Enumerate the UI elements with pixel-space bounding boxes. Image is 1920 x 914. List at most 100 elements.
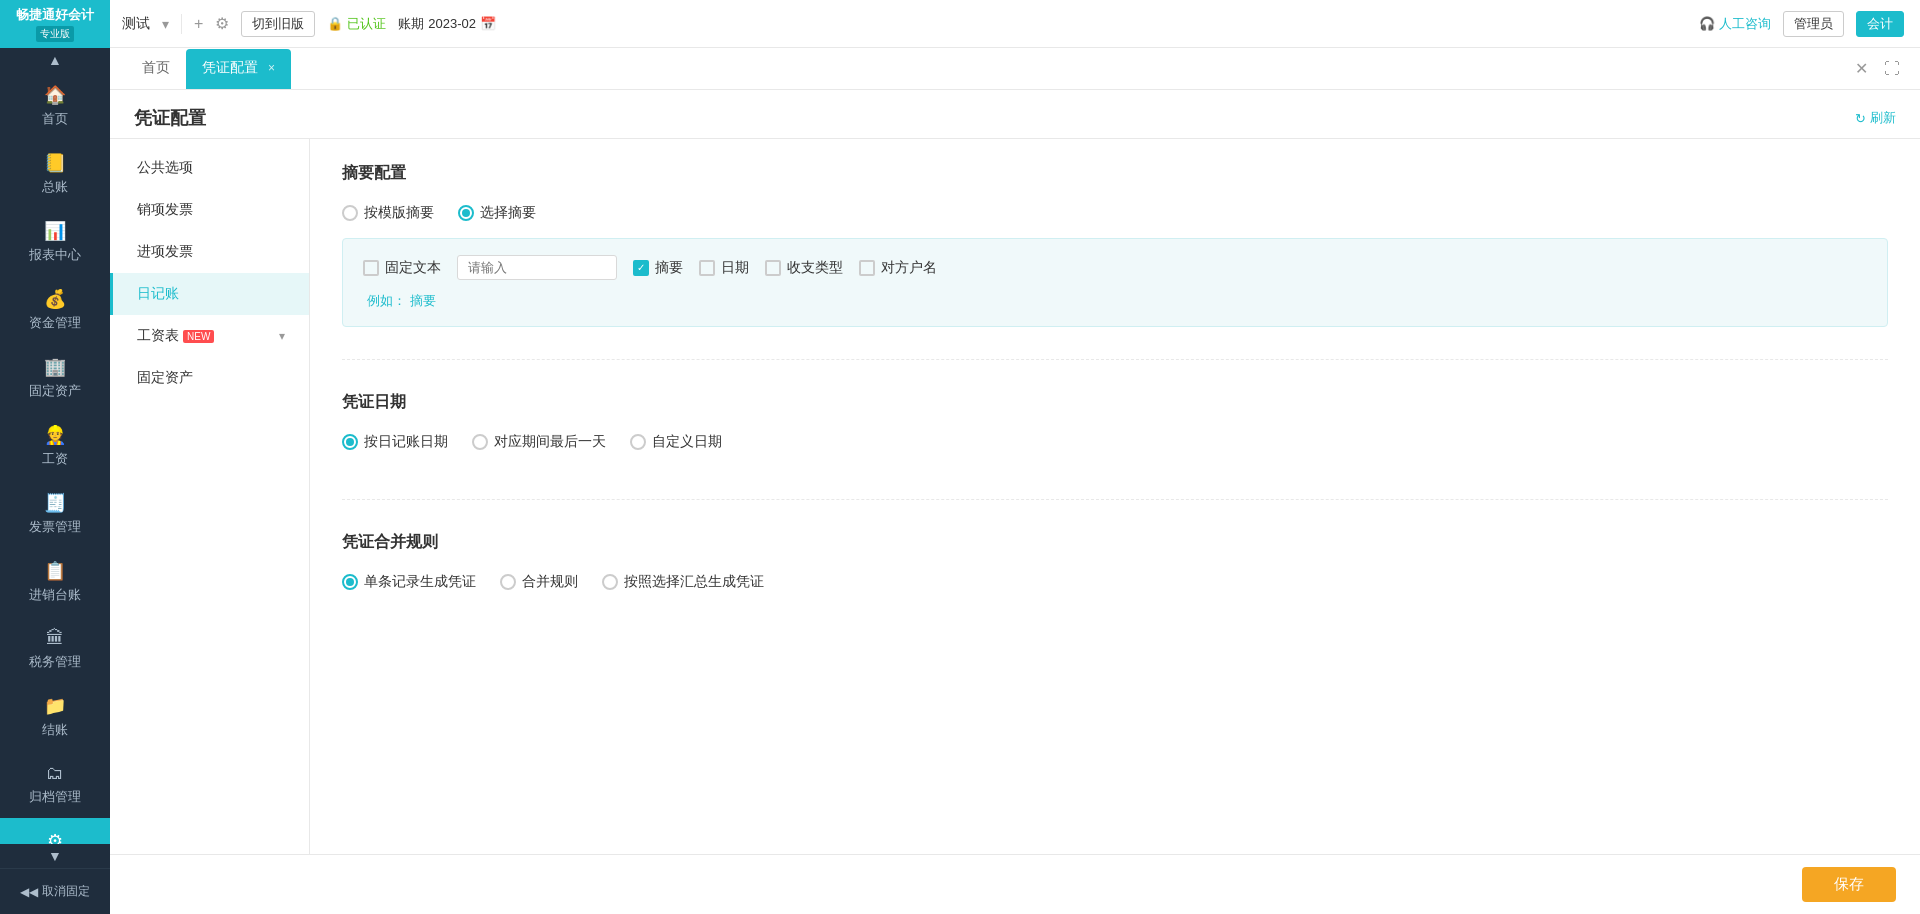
sidebar-item-archive[interactable]: 🗂 归档管理 xyxy=(0,751,110,818)
scroll-up-arrow[interactable]: ▲ xyxy=(0,48,110,72)
example-prefix: 例如： xyxy=(367,293,406,308)
checkbox-date[interactable]: 日期 xyxy=(699,259,749,277)
project-name[interactable]: 测试 xyxy=(122,15,150,33)
sidebar-scroll: 🏠 首页 📒 总账 📊 报表中心 💰 资金管理 🏢 固定资产 👷 工资 xyxy=(0,72,110,844)
accountant-btn[interactable]: 会计 xyxy=(1856,11,1904,37)
merge-radio-rule-label: 合并规则 xyxy=(522,573,578,591)
tab-active-label: 凭证配置 xyxy=(202,59,258,75)
tab-close-btn[interactable]: × xyxy=(268,61,275,75)
nav-item-purchase-invoice[interactable]: 进项发票 xyxy=(110,231,309,273)
sidebar-item-ledger[interactable]: 📒 总账 xyxy=(0,140,110,208)
shield-icon: 🔒 xyxy=(327,16,343,31)
sidebar-item-closing[interactable]: 📁 结账 xyxy=(0,683,110,751)
sidebar-item-home[interactable]: 🏠 首页 xyxy=(0,72,110,140)
page-title: 凭证配置 xyxy=(134,106,206,130)
page-content: 凭证配置 ↻ 刷新 公共选项 销项发票 进项发票 xyxy=(110,90,1920,914)
scroll-down-arrow[interactable]: ▼ xyxy=(0,844,110,868)
nav-item-public[interactable]: 公共选项 xyxy=(110,147,309,189)
merge-radio-single[interactable]: 单条记录生成凭证 xyxy=(342,573,476,591)
nav-label-fixed-assets: 固定资产 xyxy=(137,369,193,385)
sidebar-item-tax[interactable]: 🏛 税务管理 xyxy=(0,616,110,683)
summary-config-title: 摘要配置 xyxy=(342,163,1888,184)
nav-label-purchase-invoice: 进项发票 xyxy=(137,243,193,259)
left-nav: 公共选项 销项发票 进项发票 日记账 工资表 NEW ▾ xyxy=(110,139,310,854)
funds-icon: 💰 xyxy=(44,288,66,310)
pin-sidebar-btn[interactable]: ◀◀ 取消固定 xyxy=(8,877,102,906)
radio-circle-summary xyxy=(602,574,618,590)
voucher-date-section: 凭证日期 按日记账日期 对应期间最后一天 xyxy=(342,392,1888,500)
salary-icon: 👷 xyxy=(44,424,66,446)
sidebar-item-funds[interactable]: 💰 资金管理 xyxy=(0,276,110,344)
sidebar-item-reports[interactable]: 📊 报表中心 xyxy=(0,208,110,276)
summary-config-box: 固定文本 ✓ 摘要 日期 xyxy=(342,238,1888,327)
consult-btn[interactable]: 🎧 人工咨询 xyxy=(1699,15,1771,33)
checkbox-fixed-text[interactable]: 固定文本 xyxy=(363,259,441,277)
main-layout: ▲ 🏠 首页 📒 总账 📊 报表中心 💰 资金管理 🏢 固定资产 xyxy=(0,48,1920,914)
new-badge: NEW xyxy=(183,330,214,343)
tab-voucher-config[interactable]: 凭证配置 × xyxy=(186,49,291,89)
date-radio-last-day[interactable]: 对应期间最后一天 xyxy=(472,433,606,451)
switch-old-btn[interactable]: 切到旧版 xyxy=(241,11,315,37)
merge-rule-radio-group: 单条记录生成凭证 合并规则 按照选择汇总生成凭证 xyxy=(342,573,1888,591)
sidebar-label-home: 首页 xyxy=(42,110,68,128)
manager-btn[interactable]: 管理员 xyxy=(1783,11,1844,37)
nav-item-sales-invoice[interactable]: 销项发票 xyxy=(110,189,309,231)
right-content: 摘要配置 按模版摘要 选择摘要 xyxy=(310,139,1920,854)
dropdown-icon[interactable]: ▾ xyxy=(162,16,169,32)
merge-radio-summary-label: 按照选择汇总生成凭证 xyxy=(624,573,764,591)
tax-icon: 🏛 xyxy=(46,628,64,649)
tab-close-icon[interactable]: ✕ xyxy=(1851,55,1872,82)
tab-home[interactable]: 首页 xyxy=(126,49,186,89)
sidebar-label-sales: 进销台账 xyxy=(29,586,81,604)
checkbox-summary[interactable]: ✓ 摘要 xyxy=(633,259,683,277)
merge-radio-summary[interactable]: 按照选择汇总生成凭证 xyxy=(602,573,764,591)
nav-item-fixed-assets[interactable]: 固定资产 xyxy=(110,357,309,399)
sidebar-item-settings[interactable]: ⚙ 设置 xyxy=(0,818,110,844)
summary-radio-group: 按模版摘要 选择摘要 xyxy=(342,204,1888,222)
closing-icon: 📁 xyxy=(44,695,66,717)
fixed-text-input[interactable] xyxy=(457,255,617,280)
add-project-icon[interactable]: + xyxy=(194,15,203,33)
nav-item-journal[interactable]: 日记账 xyxy=(110,273,309,315)
settings-icon[interactable]: ⚙ xyxy=(215,14,229,33)
refresh-label: 刷新 xyxy=(1870,109,1896,127)
nav-label-sales-invoice: 销项发票 xyxy=(137,201,193,217)
save-btn[interactable]: 保存 xyxy=(1802,867,1896,902)
consult-label: 人工咨询 xyxy=(1719,15,1771,33)
sidebar-item-salary[interactable]: 👷 工资 xyxy=(0,412,110,480)
period-display: 账期 2023-02 📅 xyxy=(398,15,496,33)
voucher-date-radio-group: 按日记账日期 对应期间最后一天 自定义日期 xyxy=(342,433,1888,451)
date-radio-custom[interactable]: 自定义日期 xyxy=(630,433,722,451)
checkbox-income-type[interactable]: 收支类型 xyxy=(765,259,843,277)
checkbox-box-counterpart xyxy=(859,260,875,276)
calendar-icon[interactable]: 📅 xyxy=(480,16,496,31)
summary-radio-template[interactable]: 按模版摘要 xyxy=(342,204,434,222)
chevron-icon: ▾ xyxy=(279,329,285,343)
sidebar-item-assets[interactable]: 🏢 固定资产 xyxy=(0,344,110,412)
sidebar-item-invoice[interactable]: 🧾 发票管理 xyxy=(0,480,110,548)
radio-circle-journal xyxy=(342,434,358,450)
date-radio-journal[interactable]: 按日记账日期 xyxy=(342,433,448,451)
app-logo: 畅捷通好会计 专业版 xyxy=(0,0,110,48)
sidebar-item-sales[interactable]: 📋 进销台账 xyxy=(0,548,110,616)
tab-bar-right: ✕ ⛶ xyxy=(1851,55,1904,82)
divider-1 xyxy=(181,14,182,34)
home-icon: 🏠 xyxy=(44,84,66,106)
radio-circle-select xyxy=(458,205,474,221)
summary-radio-select[interactable]: 选择摘要 xyxy=(458,204,536,222)
date-radio-journal-label: 按日记账日期 xyxy=(364,433,448,451)
logo-main-text: 畅捷通好会计 xyxy=(16,6,94,24)
nav-label-payroll: 工资表 xyxy=(137,327,179,345)
fixed-text-label: 固定文本 xyxy=(385,259,441,277)
sales-icon: 📋 xyxy=(44,560,66,582)
radio-circle-rule xyxy=(500,574,516,590)
merge-radio-rule[interactable]: 合并规则 xyxy=(500,573,578,591)
sidebar-label-invoice: 发票管理 xyxy=(29,518,81,536)
tab-fullscreen-icon[interactable]: ⛶ xyxy=(1880,56,1904,82)
page-header: 凭证配置 ↻ 刷新 xyxy=(110,90,1920,139)
sidebar-label-tax: 税务管理 xyxy=(29,653,81,671)
refresh-btn[interactable]: ↻ 刷新 xyxy=(1855,109,1896,127)
nav-item-payroll[interactable]: 工资表 NEW ▾ xyxy=(110,315,309,357)
invoice-icon: 🧾 xyxy=(44,492,66,514)
checkbox-counterpart[interactable]: 对方户名 xyxy=(859,259,937,277)
